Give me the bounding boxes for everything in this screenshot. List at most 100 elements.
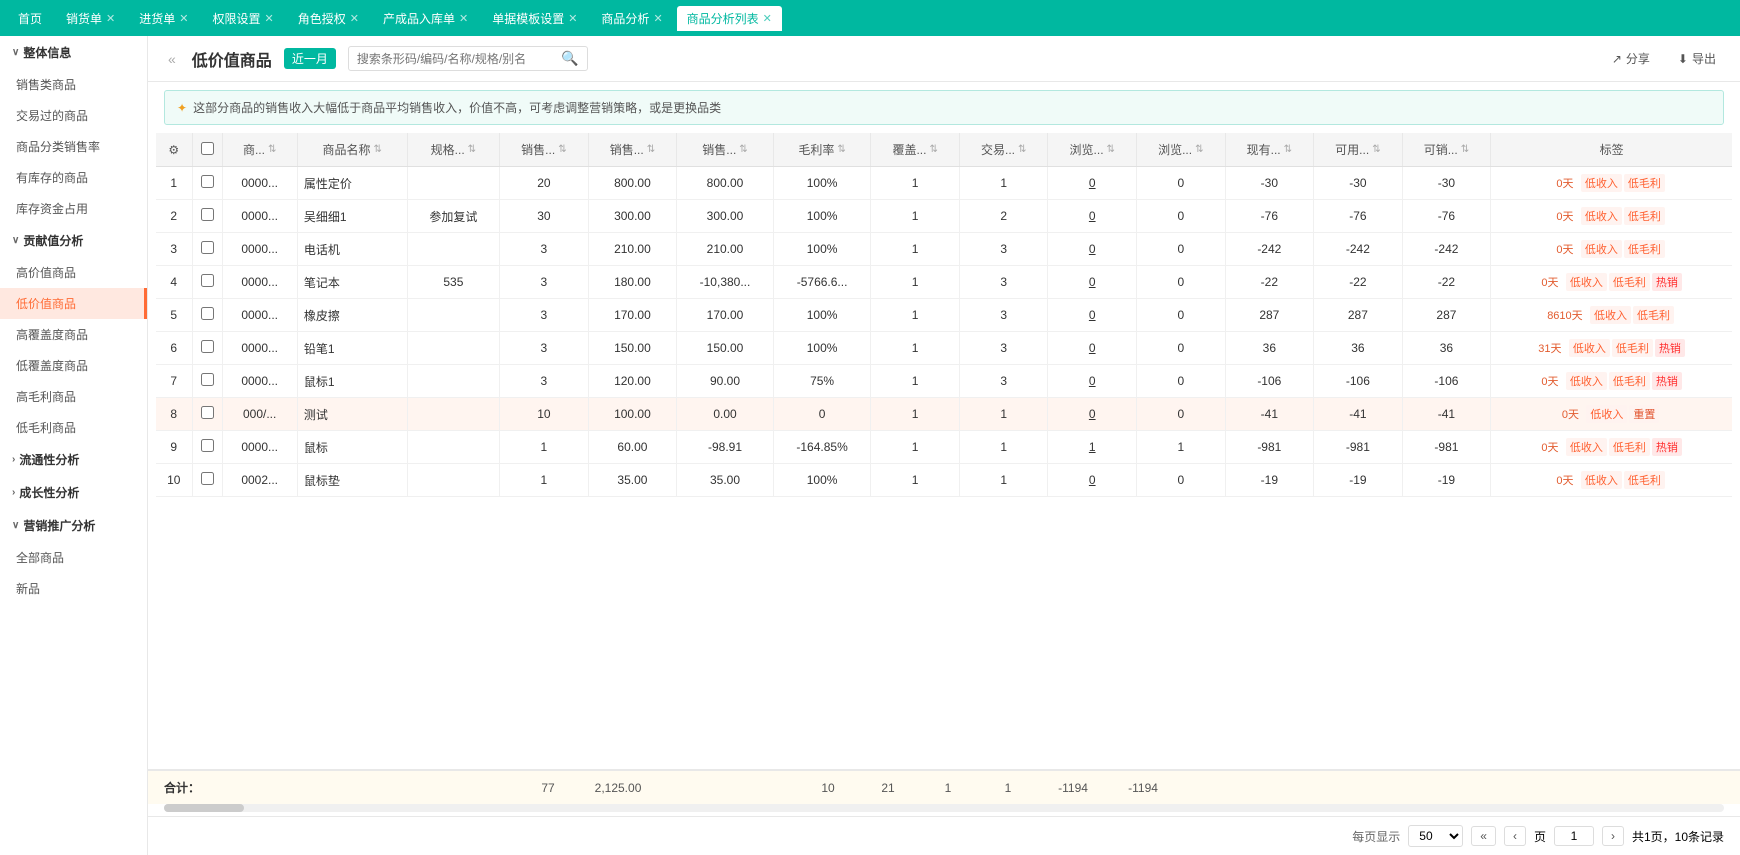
views1-value[interactable]: 0 xyxy=(1089,308,1096,322)
export-button[interactable]: ⬇ 导出 xyxy=(1670,46,1724,71)
views1-value[interactable]: 0 xyxy=(1089,341,1096,355)
nav-analysis[interactable]: 商品分析 ✕ xyxy=(591,6,672,31)
next-page-button[interactable]: › xyxy=(1602,826,1624,846)
search-input[interactable] xyxy=(357,52,558,66)
views1-value[interactable]: 0 xyxy=(1089,473,1096,487)
sidebar-item-stock-products[interactable]: 有库存的商品 xyxy=(0,162,147,193)
row-select-checkbox[interactable] xyxy=(201,340,214,353)
sales-qty-col-header[interactable]: 销售...⇅ xyxy=(500,133,589,167)
views1-col-header[interactable]: 浏览...⇅ xyxy=(1048,133,1137,167)
views1-value[interactable]: 0 xyxy=(1089,209,1096,223)
row-select-checkbox[interactable] xyxy=(201,175,214,188)
stock-sell-col-header[interactable]: 可销...⇅ xyxy=(1402,133,1491,167)
row-select-checkbox[interactable] xyxy=(201,307,214,320)
sidebar-item-high-value[interactable]: 高价值商品 xyxy=(0,257,147,288)
sales-amount-col-header[interactable]: 销售...⇅ xyxy=(677,133,774,167)
sales-price-col-header[interactable]: 销售...⇅ xyxy=(588,133,677,167)
share-button[interactable]: ↗ 分享 xyxy=(1604,46,1658,71)
select-all-checkbox[interactable] xyxy=(201,142,214,155)
views1-value[interactable]: 0 xyxy=(1089,242,1096,256)
close-icon[interactable]: ✕ xyxy=(763,12,772,25)
row-select-checkbox[interactable] xyxy=(201,439,214,452)
name-col-header[interactable]: 商品名称⇅ xyxy=(297,133,407,167)
sidebar-item-low-margin[interactable]: 低毛利商品 xyxy=(0,412,147,443)
close-icon[interactable]: ✕ xyxy=(653,12,662,25)
row-views1[interactable]: 0 xyxy=(1048,464,1137,497)
close-icon[interactable]: ✕ xyxy=(459,12,468,25)
row-select-checkbox[interactable] xyxy=(201,208,214,221)
first-page-button[interactable]: « xyxy=(1471,826,1496,846)
row-views1[interactable]: 0 xyxy=(1048,266,1137,299)
close-icon[interactable]: ✕ xyxy=(106,12,115,25)
row-views1[interactable]: 0 xyxy=(1048,365,1137,398)
coverage-col-header[interactable]: 覆盖...⇅ xyxy=(871,133,960,167)
search-icon[interactable]: 🔍 xyxy=(561,50,578,67)
close-icon[interactable]: ✕ xyxy=(568,12,577,25)
sidebar-group-circulation[interactable]: › 流通性分析 xyxy=(0,443,147,476)
sidebar-group-overall[interactable]: ∨ 整体信息 xyxy=(0,36,147,69)
row-checkbox[interactable] xyxy=(192,266,222,299)
per-page-select[interactable]: 50 100 200 xyxy=(1408,825,1463,847)
row-views1[interactable]: 0 xyxy=(1048,398,1137,431)
close-icon[interactable]: ✕ xyxy=(265,12,274,25)
settings-col-header[interactable]: ⚙ xyxy=(156,133,192,167)
row-views1[interactable]: 0 xyxy=(1048,167,1137,200)
row-views1[interactable]: 0 xyxy=(1048,299,1137,332)
sidebar-item-sales-products[interactable]: 销售类商品 xyxy=(0,69,147,100)
row-views1[interactable]: 1 xyxy=(1048,431,1137,464)
collapse-button[interactable]: « xyxy=(164,47,180,71)
views2-col-header[interactable]: 浏览...⇅ xyxy=(1137,133,1226,167)
sidebar-item-category-sales[interactable]: 商品分类销售率 xyxy=(0,131,147,162)
row-views1[interactable]: 0 xyxy=(1048,332,1137,365)
row-select-checkbox[interactable] xyxy=(201,406,214,419)
close-icon[interactable]: ✕ xyxy=(179,12,188,25)
sidebar-item-stock-funds[interactable]: 库存资金占用 xyxy=(0,193,147,224)
sidebar-item-high-coverage[interactable]: 高覆盖度商品 xyxy=(0,319,147,350)
nav-analysis-list[interactable]: 商品分析列表 ✕ xyxy=(677,6,782,31)
sidebar-group-contribution[interactable]: ∨ 贡献值分析 xyxy=(0,224,147,257)
views1-value[interactable]: 0 xyxy=(1089,275,1096,289)
horizontal-scrollbar[interactable] xyxy=(164,804,1724,812)
views1-value[interactable]: 1 xyxy=(1089,440,1096,454)
prev-page-button[interactable]: ‹ xyxy=(1504,826,1526,846)
sidebar-group-growth[interactable]: › 成长性分析 xyxy=(0,476,147,509)
sidebar-group-marketing[interactable]: ∨ 营销推广分析 xyxy=(0,509,147,542)
nav-home[interactable]: 首页 xyxy=(8,6,52,31)
stock-current-col-header[interactable]: 现有...⇅ xyxy=(1225,133,1314,167)
views1-value[interactable]: 0 xyxy=(1089,374,1096,388)
nav-templates[interactable]: 单据模板设置 ✕ xyxy=(482,6,587,31)
row-checkbox[interactable] xyxy=(192,200,222,233)
close-icon[interactable]: ✕ xyxy=(350,12,359,25)
row-checkbox[interactable] xyxy=(192,167,222,200)
nav-permissions[interactable]: 权限设置 ✕ xyxy=(202,6,283,31)
row-checkbox[interactable] xyxy=(192,233,222,266)
stock-available-col-header[interactable]: 可用...⇅ xyxy=(1314,133,1403,167)
row-select-checkbox[interactable] xyxy=(201,472,214,485)
sidebar-item-high-margin[interactable]: 高毛利商品 xyxy=(0,381,147,412)
margin-rate-col-header[interactable]: 毛利率⇅ xyxy=(773,133,871,167)
transactions-col-header[interactable]: 交易...⇅ xyxy=(959,133,1048,167)
sidebar-item-low-coverage[interactable]: 低覆盖度商品 xyxy=(0,350,147,381)
scrollbar-thumb[interactable] xyxy=(164,804,244,812)
sidebar-item-traded[interactable]: 交易过的商品 xyxy=(0,100,147,131)
views1-value[interactable]: 0 xyxy=(1089,407,1096,421)
row-checkbox[interactable] xyxy=(192,299,222,332)
nav-roles[interactable]: 角色授权 ✕ xyxy=(288,6,369,31)
row-checkbox[interactable] xyxy=(192,332,222,365)
row-checkbox[interactable] xyxy=(192,431,222,464)
sidebar-item-low-value[interactable]: 低价值商品 xyxy=(0,288,147,319)
row-select-checkbox[interactable] xyxy=(201,373,214,386)
nav-purchase[interactable]: 进货单 ✕ xyxy=(129,6,198,31)
row-checkbox[interactable] xyxy=(192,365,222,398)
sidebar-item-all-products[interactable]: 全部商品 xyxy=(0,542,147,573)
row-views1[interactable]: 0 xyxy=(1048,200,1137,233)
views1-value[interactable]: 0 xyxy=(1089,176,1096,190)
page-input[interactable] xyxy=(1554,826,1594,846)
row-select-checkbox[interactable] xyxy=(201,241,214,254)
row-checkbox[interactable] xyxy=(192,398,222,431)
row-checkbox[interactable] xyxy=(192,464,222,497)
spec-col-header[interactable]: 规格...⇅ xyxy=(407,133,500,167)
nav-sales[interactable]: 销货单 ✕ xyxy=(56,6,125,31)
settings-icon[interactable]: ⚙ xyxy=(168,143,179,157)
row-views1[interactable]: 0 xyxy=(1048,233,1137,266)
